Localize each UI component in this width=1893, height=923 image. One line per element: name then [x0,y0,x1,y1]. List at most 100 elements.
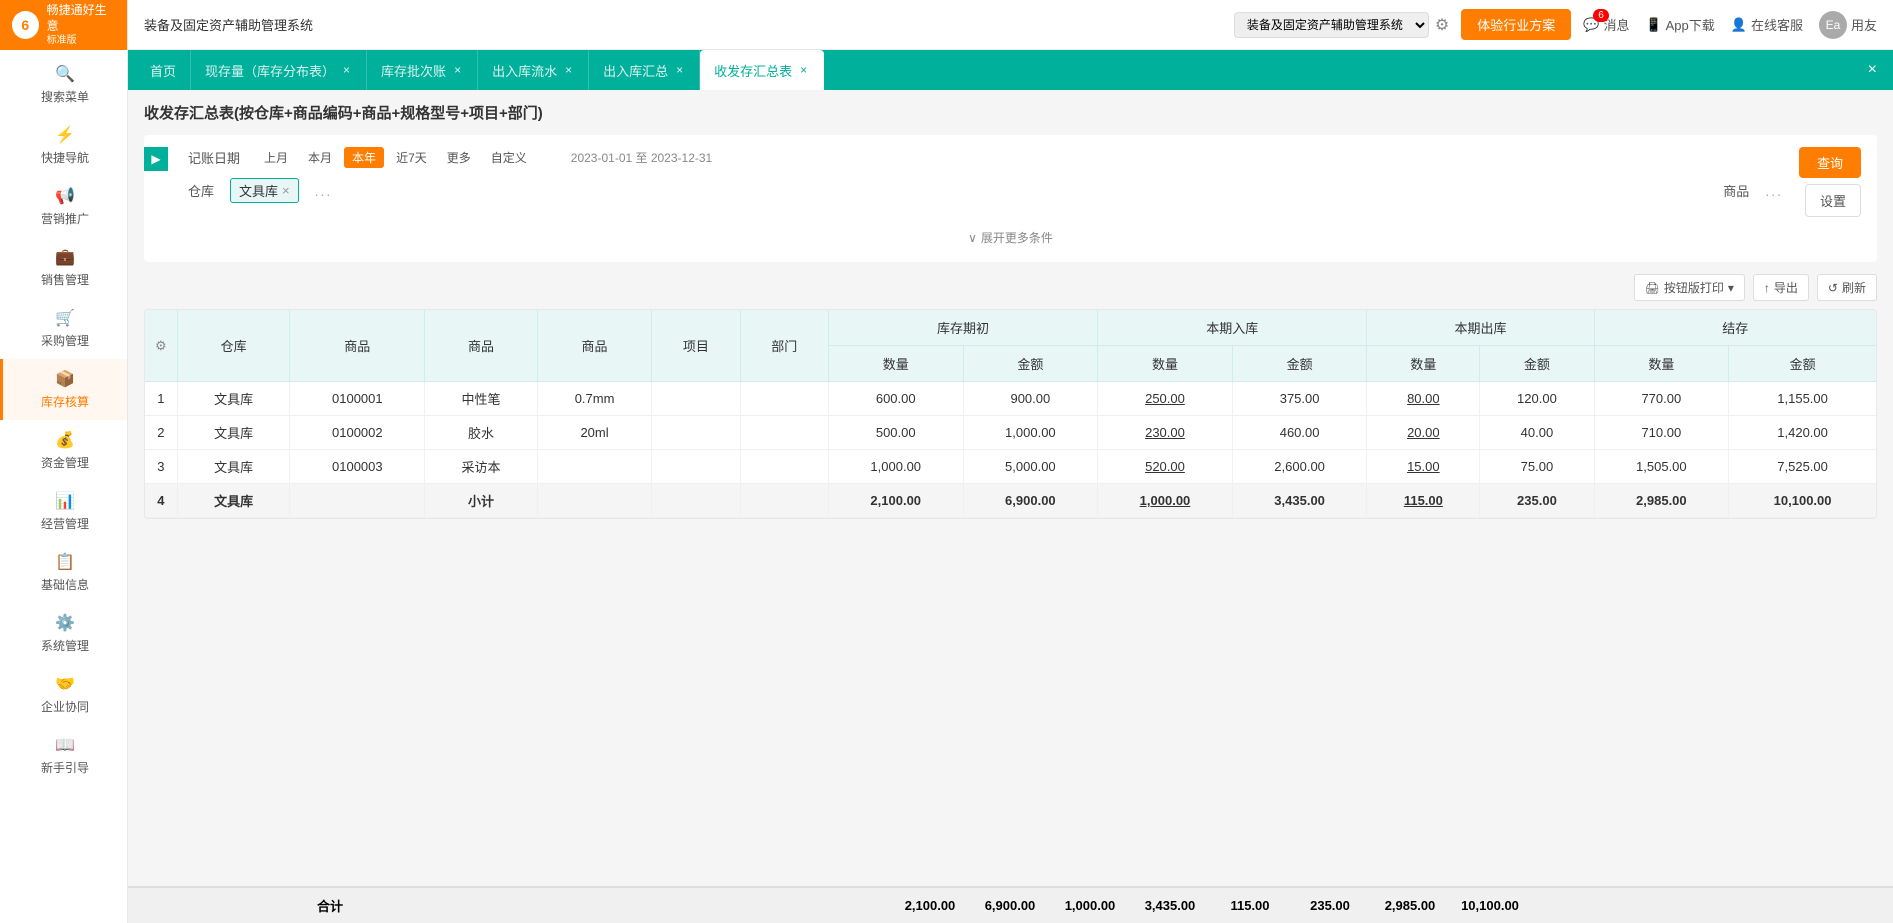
tab-close-icon[interactable]: × [798,61,809,79]
user-action[interactable]: Ea 用友 [1819,11,1877,39]
user-label: 用友 [1851,15,1877,34]
out-qty-link[interactable]: 115.00 [1404,493,1443,508]
cell-spec [537,484,651,518]
warehouse-more-dots[interactable]: ... [315,183,333,199]
tab-receipt-summary[interactable]: 收发存汇总表 × [700,50,824,90]
mobile-icon: 📱 [1645,17,1661,33]
sidebar-item-marketing[interactable]: 📢 营销推广 [0,176,127,237]
col-out-header: 本期出库 [1367,310,1594,346]
cell-out-qty[interactable]: 20.00 [1367,416,1480,450]
sidebar-item-quicknav[interactable]: ⚡ 快捷导航 [0,115,127,176]
sidebar-item-inventory[interactable]: 📦 库存核算 [0,359,127,420]
page-content: 收发存汇总表(按仓库+商品编码+商品+规格型号+项目+部门) ▶ 记账日期 上月… [128,90,1893,886]
col-settings-icon[interactable]: ⚙ [155,338,167,353]
sidebar-item-operations[interactable]: 📊 经营管理 [0,481,127,542]
tab-label: 库存批次账 [381,61,446,80]
col-open-qty-sub: 数量 [828,346,963,382]
query-button[interactable]: 查询 [1799,147,1861,178]
out-qty-link[interactable]: 20.00 [1407,425,1440,440]
tab-bar-close-icon[interactable]: × [1860,61,1885,79]
warehouse-tag-close[interactable]: × [282,183,290,198]
system-icon: ⚙️ [55,613,75,633]
data-table: ⚙ 仓库 商品 商品 商品 项目 部门 库存期初 本期入库 本期出库 结存 [145,310,1876,518]
sidebar-item-label: 经营管理 [41,515,89,532]
cell-in-amt: 375.00 [1232,382,1367,416]
refresh-label: 刷新 [1842,279,1866,296]
message-action[interactable]: 💬 消息 6 [1583,15,1629,34]
sidebar-item-finance[interactable]: 💰 资金管理 [0,420,127,481]
tab-flow[interactable]: 出入库流水 × [478,50,589,90]
expand-label: 展开更多条件 [981,229,1053,246]
out-qty-link[interactable]: 80.00 [1407,391,1440,406]
tab-close-icon[interactable]: × [341,61,352,79]
col-name-header: 商品 [425,310,538,382]
sidebar-item-label: 企业协同 [41,698,89,715]
tab-home[interactable]: 首页 [136,50,191,90]
cell-bal-amt: 1,155.00 [1729,382,1876,416]
sidebar-item-label: 销售管理 [41,271,89,288]
expand-conditions-btn[interactable]: ∨ 展开更多条件 [160,225,1861,250]
date-tab-this-month[interactable]: 本月 [300,147,340,168]
cell-in-qty[interactable]: 250.00 [1098,382,1233,416]
date-tab-last-month[interactable]: 上月 [256,147,296,168]
filter-warehouse-label: 仓库 [188,181,214,200]
sidebar-item-basics[interactable]: 📋 基础信息 [0,542,127,603]
footer-in-amt: 3,435.00 [1130,898,1210,913]
tab-close-icon[interactable]: × [563,61,574,79]
in-qty-link[interactable]: 250.00 [1145,391,1185,406]
main-area: 装备及固定资产辅助管理系统 装备及固定资产辅助管理系统 ⚙ 体验行业方案 💬 消… [128,0,1893,923]
cell-warehouse: 文具库 [177,450,290,484]
guide-icon: 📖 [55,735,75,755]
sidebar-item-collab[interactable]: 🤝 企业协同 [0,664,127,725]
inventory-icon: 📦 [55,369,75,389]
print-btn[interactable]: 🖨 按钮版打印 ▾ [1634,274,1745,301]
sidebar-item-guide[interactable]: 📖 新手引导 [0,725,127,786]
cell-in-qty[interactable]: 520.00 [1098,450,1233,484]
cell-out-qty[interactable]: 80.00 [1367,382,1480,416]
date-tab-this-year[interactable]: 本年 [344,147,384,168]
sidebar-item-purchase[interactable]: 🛒 采购管理 [0,298,127,359]
filter-goods-label: 商品 [1723,181,1749,200]
tab-label: 首页 [150,61,176,80]
online-service-action[interactable]: 👤 在线客服 [1731,15,1803,34]
date-tab-7days[interactable]: 近7天 [388,147,435,168]
cell-project [652,484,740,518]
experience-btn[interactable]: 体验行业方案 [1461,9,1571,40]
cell-dept [740,416,828,450]
export-btn[interactable]: ↑ 导出 [1753,274,1809,301]
system-dropdown[interactable]: 装备及固定资产辅助管理系统 [1234,12,1429,38]
in-qty-link[interactable]: 520.00 [1145,459,1185,474]
settings-button[interactable]: 设置 [1805,184,1861,217]
in-qty-link[interactable]: 1,000.00 [1140,493,1191,508]
tab-inventory-dist[interactable]: 现存量（库存分布表） × [191,50,367,90]
marketing-icon: 📢 [55,186,75,206]
tab-close-icon[interactable]: × [674,61,685,79]
sidebar-item-sales[interactable]: 💼 销售管理 [0,237,127,298]
tab-close-icon[interactable]: × [452,61,463,79]
date-tab-more[interactable]: 更多 [439,147,479,168]
tab-bar: 首页 现存量（库存分布表） × 库存批次账 × 出入库流水 × 出入库汇总 × … [128,50,1893,90]
tab-inout-summary[interactable]: 出入库汇总 × [589,50,700,90]
cell-in-qty[interactable]: 230.00 [1098,416,1233,450]
cell-in-qty[interactable]: 1,000.00 [1098,484,1233,518]
tab-batch[interactable]: 库存批次账 × [367,50,478,90]
purchase-icon: 🛒 [55,308,75,328]
footer-in-qty: 1,000.00 [1050,898,1130,913]
goods-more-dots[interactable]: ... [1765,183,1783,199]
table-row: 3 文具库 0100003 采访本 1,000.00 5,000.00 520.… [145,450,1876,484]
sidebar-item-search[interactable]: 🔍 搜索菜单 [0,54,127,115]
filter-expand-btn[interactable]: ▶ [144,147,168,171]
cell-out-qty[interactable]: 15.00 [1367,450,1480,484]
out-qty-link[interactable]: 15.00 [1407,459,1440,474]
app-download-action[interactable]: 📱 App下载 [1645,15,1714,34]
cell-out-qty[interactable]: 115.00 [1367,484,1480,518]
cell-code: 0100003 [290,450,425,484]
date-tab-custom[interactable]: 自定义 [483,147,535,168]
settings-icon[interactable]: ⚙ [1435,15,1449,35]
cell-out-amt: 120.00 [1480,382,1594,416]
filter-warehouse-row: 仓库 文具库 × ... 商品 ... [188,178,1783,203]
in-qty-link[interactable]: 230.00 [1145,425,1185,440]
refresh-btn[interactable]: ↺ 刷新 [1817,274,1877,301]
top-bar-actions: 💬 消息 6 📱 App下载 👤 在线客服 Ea 用友 [1583,11,1877,39]
sidebar-item-system[interactable]: ⚙️ 系统管理 [0,603,127,664]
